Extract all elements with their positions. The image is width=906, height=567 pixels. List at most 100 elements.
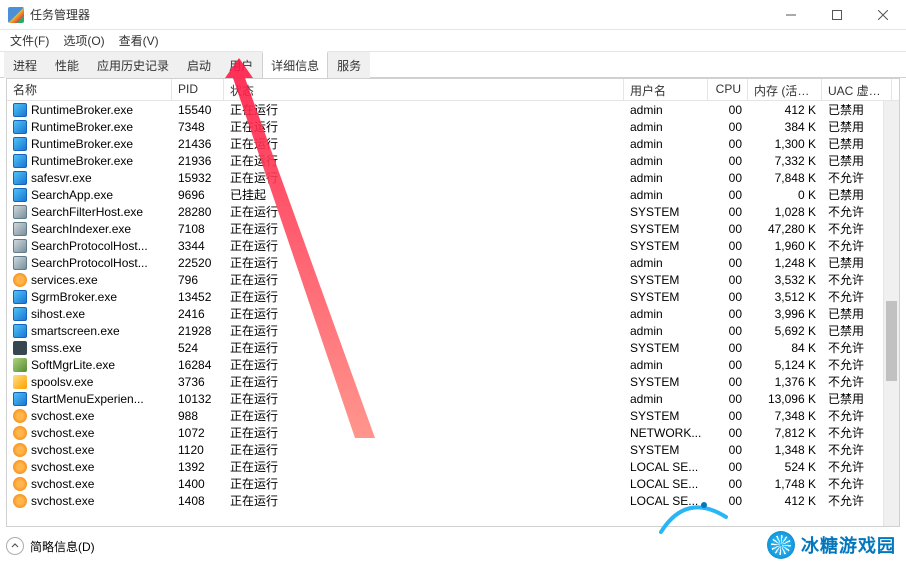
minimize-button[interactable] (768, 0, 814, 30)
process-user: admin (624, 103, 708, 117)
maximize-button[interactable] (814, 0, 860, 30)
process-user: SYSTEM (624, 205, 708, 219)
process-uac: 不允许 (822, 356, 892, 373)
col-user[interactable]: 用户名 (624, 79, 708, 100)
col-cpu[interactable]: CPU (708, 79, 748, 100)
process-user: admin (624, 324, 708, 338)
process-name: safesvr.exe (31, 171, 92, 185)
process-user: admin (624, 307, 708, 321)
process-uac: 不允许 (822, 458, 892, 475)
close-button[interactable] (860, 0, 906, 30)
process-row[interactable]: StartMenuExperien...10132正在运行admin0013,0… (7, 390, 899, 407)
process-mem: 3,996 K (748, 307, 822, 321)
process-row[interactable]: RuntimeBroker.exe7348正在运行admin00384 K已禁用 (7, 118, 899, 135)
process-status: 正在运行 (224, 492, 624, 509)
col-mem[interactable]: 内存 (活动的... (748, 79, 822, 100)
process-pid: 988 (172, 409, 224, 423)
tab-5[interactable]: 详细信息 (262, 51, 328, 78)
process-icon (13, 477, 27, 491)
process-uac: 不允许 (822, 373, 892, 390)
process-row[interactable]: smartscreen.exe21928正在运行admin005,692 K已禁… (7, 322, 899, 339)
process-row[interactable]: SearchProtocolHost...3344正在运行SYSTEM001,9… (7, 237, 899, 254)
process-mem: 1,248 K (748, 256, 822, 270)
scroll-thumb[interactable] (886, 301, 897, 381)
process-cpu: 00 (708, 171, 748, 185)
menu-options[interactable]: 选项(O) (57, 30, 110, 51)
process-row[interactable]: svchost.exe1400正在运行LOCAL SE...001,748 K不… (7, 475, 899, 492)
process-pid: 3736 (172, 375, 224, 389)
process-row[interactable]: sihost.exe2416正在运行admin003,996 K已禁用 (7, 305, 899, 322)
col-uac[interactable]: UAC 虚拟化 (822, 79, 892, 100)
process-mem: 3,532 K (748, 273, 822, 287)
process-cpu: 00 (708, 273, 748, 287)
menu-bar: 文件(F) 选项(O) 查看(V) (0, 30, 906, 52)
process-user: admin (624, 358, 708, 372)
process-row[interactable]: SearchIndexer.exe7108正在运行SYSTEM0047,280 … (7, 220, 899, 237)
process-cpu: 00 (708, 494, 748, 508)
process-cpu: 00 (708, 358, 748, 372)
process-row[interactable]: RuntimeBroker.exe15540正在运行admin00412 K已禁… (7, 101, 899, 118)
process-row[interactable]: svchost.exe1392正在运行LOCAL SE...00524 K不允许 (7, 458, 899, 475)
process-row[interactable]: SearchApp.exe9696已挂起admin000 K已禁用 (7, 186, 899, 203)
process-cpu: 00 (708, 222, 748, 236)
menu-file[interactable]: 文件(F) (4, 30, 55, 51)
process-uac: 已禁用 (822, 305, 892, 322)
col-name[interactable]: 名称 (7, 79, 172, 100)
process-icon (13, 171, 27, 185)
tab-6[interactable]: 服务 (328, 52, 370, 78)
process-row[interactable]: svchost.exe988正在运行SYSTEM007,348 K不允许 (7, 407, 899, 424)
tab-1[interactable]: 性能 (46, 52, 88, 78)
process-row[interactable]: RuntimeBroker.exe21936正在运行admin007,332 K… (7, 152, 899, 169)
process-row[interactable]: svchost.exe1408正在运行LOCAL SE...00412 K不允许 (7, 492, 899, 509)
process-name: StartMenuExperien... (31, 392, 144, 406)
vertical-scrollbar[interactable] (883, 101, 899, 526)
process-mem: 1,348 K (748, 443, 822, 457)
process-status: 正在运行 (224, 288, 624, 305)
process-mem: 84 K (748, 341, 822, 355)
process-row[interactable]: smss.exe524正在运行SYSTEM0084 K不允许 (7, 339, 899, 356)
process-row[interactable]: SearchFilterHost.exe28280正在运行SYSTEM001,0… (7, 203, 899, 220)
process-row[interactable]: svchost.exe1120正在运行SYSTEM001,348 K不允许 (7, 441, 899, 458)
col-status[interactable]: 状态 (224, 79, 624, 100)
process-row[interactable]: safesvr.exe15932正在运行admin007,848 K不允许 (7, 169, 899, 186)
col-pid[interactable]: PID (172, 79, 224, 100)
title-bar: 任务管理器 (0, 0, 906, 30)
process-mem: 0 K (748, 188, 822, 202)
process-icon (13, 205, 27, 219)
process-user: admin (624, 392, 708, 406)
process-pid: 2416 (172, 307, 224, 321)
process-row[interactable]: SoftMgrLite.exe16284正在运行admin005,124 K不允… (7, 356, 899, 373)
process-row[interactable]: SearchProtocolHost...22520正在运行admin001,2… (7, 254, 899, 271)
process-status: 正在运行 (224, 203, 624, 220)
process-icon (13, 375, 27, 389)
process-status: 正在运行 (224, 135, 624, 152)
process-mem: 1,376 K (748, 375, 822, 389)
process-user: SYSTEM (624, 222, 708, 236)
process-uac: 不允许 (822, 475, 892, 492)
process-name: smss.exe (31, 341, 82, 355)
process-status: 正在运行 (224, 254, 624, 271)
process-mem: 412 K (748, 494, 822, 508)
process-uac: 已禁用 (822, 254, 892, 271)
tab-2[interactable]: 应用历史记录 (88, 52, 178, 78)
fewer-details-link[interactable]: 简略信息(D) (30, 538, 95, 555)
process-row[interactable]: SgrmBroker.exe13452正在运行SYSTEM003,512 K不允… (7, 288, 899, 305)
process-mem: 384 K (748, 120, 822, 134)
process-row[interactable]: services.exe796正在运行SYSTEM003,532 K不允许 (7, 271, 899, 288)
process-row[interactable]: RuntimeBroker.exe21436正在运行admin001,300 K… (7, 135, 899, 152)
process-row[interactable]: svchost.exe1072正在运行NETWORK...007,812 K不允… (7, 424, 899, 441)
menu-view[interactable]: 查看(V) (113, 30, 165, 51)
collapse-icon[interactable] (6, 537, 24, 555)
process-name: RuntimeBroker.exe (31, 120, 133, 134)
tab-3[interactable]: 启动 (178, 52, 220, 78)
process-pid: 13452 (172, 290, 224, 304)
watermark-icon (767, 531, 795, 559)
tab-0[interactable]: 进程 (4, 52, 46, 78)
process-pid: 524 (172, 341, 224, 355)
tab-4[interactable]: 用户 (220, 52, 262, 78)
process-pid: 1072 (172, 426, 224, 440)
process-row[interactable]: spoolsv.exe3736正在运行SYSTEM001,376 K不允许 (7, 373, 899, 390)
process-cpu: 00 (708, 409, 748, 423)
process-pid: 3344 (172, 239, 224, 253)
process-icon (13, 222, 27, 236)
